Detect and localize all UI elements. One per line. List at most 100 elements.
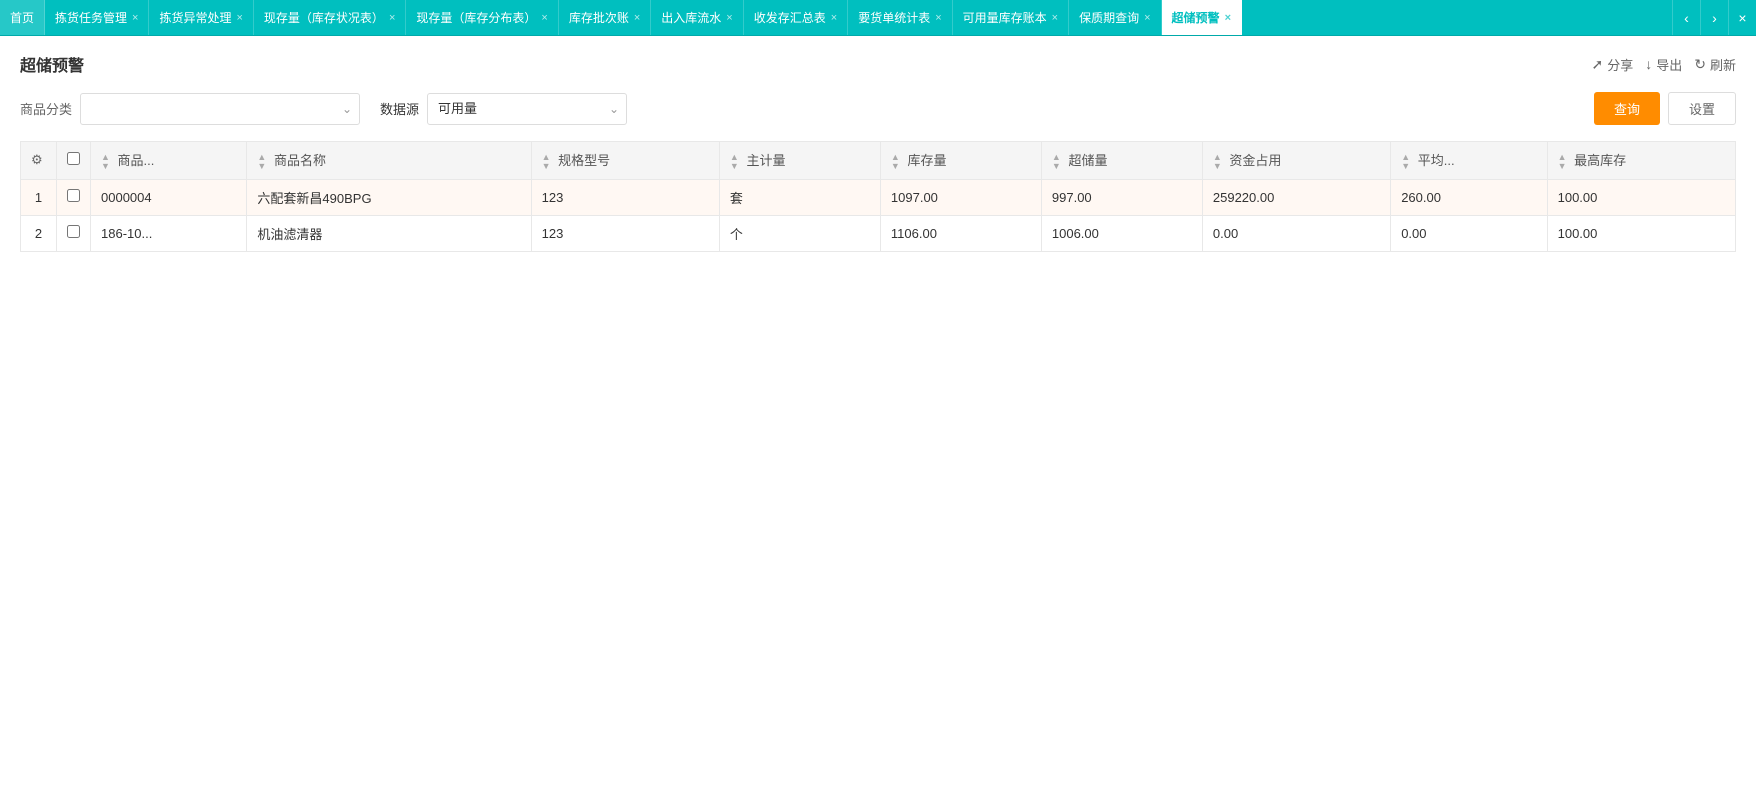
th-spec: ▲▼ 规格型号 <box>531 142 719 180</box>
th-unit: ▲▼ 主计量 <box>719 142 880 180</box>
settings-button[interactable]: 设置 <box>1668 92 1736 125</box>
th-spec-label: 规格型号 <box>558 153 610 168</box>
filter-buttons: 查询 设置 <box>1594 92 1736 125</box>
sort-arrows-icon: ▲▼ <box>542 153 551 171</box>
td-inventory: 1097.00 <box>880 179 1041 215</box>
td-product-code: 0000004 <box>91 179 247 215</box>
nav-tab-collect-summary[interactable]: 收发存汇总表 × <box>744 0 848 35</box>
datasource-select[interactable]: 可用量 库存量 <box>427 93 627 125</box>
td-overstock: 1006.00 <box>1041 215 1202 251</box>
nav-tab-close[interactable]: × <box>236 12 242 24</box>
nav-tab-close[interactable]: × <box>935 12 941 24</box>
nav-tab-available-account[interactable]: 可用量库存账本 × <box>953 0 1069 35</box>
td-capital: 0.00 <box>1202 215 1390 251</box>
sort-arrows-icon: ▲▼ <box>891 153 900 171</box>
nav-tab-label: 要货单统计表 <box>858 9 930 26</box>
sort-arrows-icon: ▲▼ <box>1213 153 1222 171</box>
nav-tab-quality-check[interactable]: 保质期查询 × <box>1069 0 1161 35</box>
td-checkbox <box>57 179 91 215</box>
nav-tab-close[interactable]: × <box>1144 12 1150 24</box>
refresh-icon: ↻ <box>1694 56 1706 73</box>
th-product-code-label: 商品... <box>118 153 155 168</box>
table-header-row: ⚙ ▲▼ 商品... ▲▼ 商品名称 ▲▼ 规格型号 ▲▼ <box>21 142 1736 180</box>
td-product-code: 186-10... <box>91 215 247 251</box>
nav-tab-inventory-dist[interactable]: 现存量（库存分布表） × <box>406 0 558 35</box>
nav-tab-home-label: 首页 <box>10 9 34 26</box>
nav-tab-close[interactable]: × <box>634 12 640 24</box>
td-spec: 123 <box>531 179 719 215</box>
row-checkbox[interactable] <box>67 189 80 202</box>
nav-tab-inventory-status[interactable]: 现存量（库存状况表） × <box>254 0 406 35</box>
share-action[interactable]: ➚ 分享 <box>1591 55 1633 74</box>
td-avg: 260.00 <box>1391 179 1547 215</box>
td-unit: 个 <box>719 215 880 251</box>
th-inventory: ▲▼ 库存量 <box>880 142 1041 180</box>
refresh-action[interactable]: ↻ 刷新 <box>1694 55 1736 74</box>
nav-tab-close[interactable]: × <box>726 12 732 24</box>
nav-tab-label: 可用量库存账本 <box>963 9 1047 26</box>
th-overstock: ▲▼ 超储量 <box>1041 142 1202 180</box>
filter-bar: 商品分类 ⌄ 数据源 可用量 库存量 ⌄ 查询 设置 <box>20 92 1736 125</box>
nav-arrow-left[interactable]: ‹ <box>1672 0 1700 36</box>
th-overstock-label: 超储量 <box>1068 153 1107 168</box>
th-avg-label: 平均... <box>1418 153 1455 168</box>
data-table: ⚙ ▲▼ 商品... ▲▼ 商品名称 ▲▼ 规格型号 ▲▼ <box>20 141 1736 252</box>
nav-tab-label: 出入库流水 <box>661 9 721 26</box>
nav-tab-home[interactable]: 首页 <box>0 0 45 35</box>
datasource-filter: 数据源 可用量 库存量 ⌄ <box>380 93 627 125</box>
td-capital: 259220.00 <box>1202 179 1390 215</box>
nav-tab-close[interactable]: × <box>831 12 837 24</box>
th-product-name: ▲▼ 商品名称 <box>247 142 531 180</box>
nav-tab-label: 现存量（库存状况表） <box>264 9 384 26</box>
share-icon: ➚ <box>1591 56 1603 73</box>
row-checkbox[interactable] <box>67 225 80 238</box>
td-overstock: 997.00 <box>1041 179 1202 215</box>
th-checkbox <box>57 142 91 180</box>
export-action[interactable]: ↓ 导出 <box>1645 55 1682 74</box>
nav-tab-close[interactable]: × <box>541 12 547 24</box>
nav-tab-close[interactable]: × <box>1052 12 1058 24</box>
category-select-wrapper: ⌄ <box>80 93 360 125</box>
td-spec: 123 <box>531 215 719 251</box>
nav-tab-overstock-warning[interactable]: 超储预警 × <box>1162 0 1242 35</box>
category-filter: 商品分类 ⌄ <box>20 93 360 125</box>
datasource-select-wrapper: 可用量 库存量 ⌄ <box>427 93 627 125</box>
sort-arrows-icon: ▲▼ <box>1558 153 1567 171</box>
nav-tab-close[interactable]: × <box>389 12 395 24</box>
nav-arrow-right[interactable]: › <box>1700 0 1728 36</box>
sort-arrows-icon: ▲▼ <box>1052 153 1061 171</box>
th-unit-label: 主计量 <box>746 153 785 168</box>
table-row: 1 0000004 六配套新昌490BPG 123 套 1097.00 997.… <box>21 179 1736 215</box>
refresh-label: 刷新 <box>1710 55 1736 74</box>
sort-arrows-icon: ▲▼ <box>730 153 739 171</box>
query-button[interactable]: 查询 <box>1594 92 1660 125</box>
sort-arrows-icon: ▲▼ <box>257 153 266 171</box>
td-product-name: 机油滤清器 <box>247 215 531 251</box>
nav-arrows: ‹ › × <box>1672 0 1756 36</box>
nav-tab-order-stats[interactable]: 要货单统计表 × <box>848 0 952 35</box>
nav-tab-close[interactable]: × <box>1225 12 1231 24</box>
td-unit: 套 <box>719 179 880 215</box>
category-select[interactable] <box>80 93 360 125</box>
page-header: 超储预警 ➚ 分享 ↓ 导出 ↻ 刷新 <box>20 52 1736 76</box>
nav-tab-close[interactable]: × <box>132 12 138 24</box>
page-container: 超储预警 ➚ 分享 ↓ 导出 ↻ 刷新 商品分类 ⌄ <box>0 36 1756 800</box>
select-all-checkbox[interactable] <box>67 152 80 165</box>
nav-tab-inout-flow[interactable]: 出入库流水 × <box>651 0 743 35</box>
th-max-inventory: ▲▼ 最高库存 <box>1547 142 1735 180</box>
th-product-code: ▲▼ 商品... <box>91 142 247 180</box>
td-checkbox <box>57 215 91 251</box>
td-row-number: 2 <box>21 215 57 251</box>
gear-icon[interactable]: ⚙ <box>31 152 43 167</box>
nav-tab-label: 库存批次账 <box>569 9 629 26</box>
nav-tab-cargo-task[interactable]: 拣货任务管理 × <box>45 0 149 35</box>
nav-arrow-close[interactable]: × <box>1728 0 1756 36</box>
datasource-label: 数据源 <box>380 99 419 118</box>
sort-arrows-icon: ▲▼ <box>101 153 110 171</box>
nav-tab-inventory-batch[interactable]: 库存批次账 × <box>559 0 651 35</box>
table-header: ⚙ ▲▼ 商品... ▲▼ 商品名称 ▲▼ 规格型号 ▲▼ <box>21 142 1736 180</box>
page-title: 超储预警 <box>20 52 84 76</box>
nav-tab-label: 保质期查询 <box>1079 9 1139 26</box>
nav-tab-cargo-exception[interactable]: 拣货异常处理 × <box>149 0 253 35</box>
top-navigation: 首页 拣货任务管理 × 拣货异常处理 × 现存量（库存状况表） × 现存量（库存… <box>0 0 1756 36</box>
